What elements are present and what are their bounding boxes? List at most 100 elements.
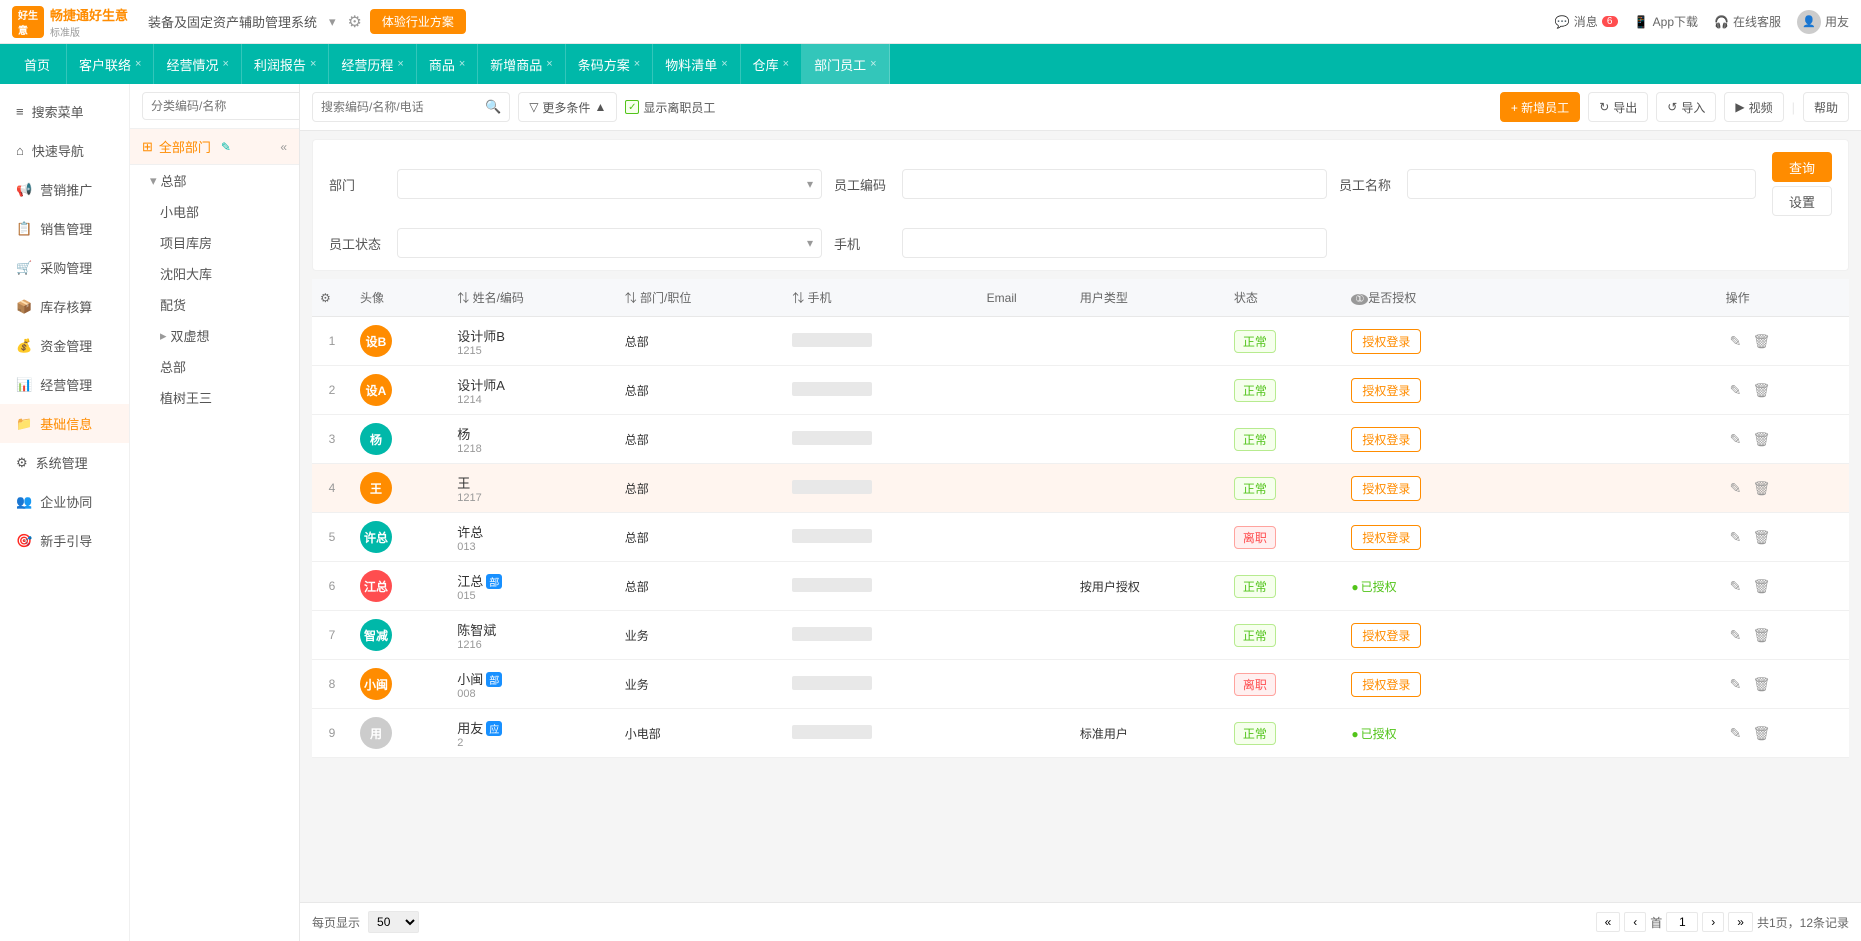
prev-page-button[interactable]: ‹ bbox=[1624, 912, 1646, 932]
import-button[interactable]: ↺ 导入 bbox=[1656, 92, 1716, 122]
close-icon[interactable]: × bbox=[634, 58, 640, 70]
tab-customer[interactable]: 客户联络 × bbox=[67, 44, 154, 84]
auth-button[interactable]: 授权登录 bbox=[1351, 378, 1421, 403]
edit-button[interactable]: ✎ bbox=[1726, 429, 1746, 450]
nav-item-marketing[interactable]: 📢 营销推广 bbox=[0, 170, 129, 209]
auth-button[interactable]: 授权登录 bbox=[1351, 476, 1421, 501]
tab-home[interactable]: 首页 bbox=[8, 44, 67, 84]
dept-node-small-electric[interactable]: 小电部 bbox=[130, 196, 299, 227]
dept-select[interactable]: ▾ bbox=[397, 169, 822, 199]
delete-button[interactable]: 🗑 bbox=[1749, 576, 1775, 597]
next-page-button[interactable]: › bbox=[1702, 912, 1724, 932]
close-icon[interactable]: × bbox=[546, 58, 552, 70]
delete-button[interactable]: 🗑 bbox=[1749, 527, 1775, 548]
online-service-action[interactable]: 🎧 在线客服 bbox=[1714, 13, 1781, 30]
search-icon[interactable]: 🔍 bbox=[485, 99, 501, 115]
view-button[interactable]: ▶ 视频 bbox=[1724, 92, 1783, 122]
dept-node-double-virtual[interactable]: ▸ 双虚想 bbox=[130, 320, 299, 351]
per-page-select[interactable]: 50 100 bbox=[368, 911, 419, 933]
edit-button[interactable]: ✎ bbox=[1726, 674, 1746, 695]
nav-item-search[interactable]: ≡ 搜索菜单 bbox=[0, 92, 129, 131]
show-resigned-checkbox[interactable]: ✓ 显示离职员工 bbox=[625, 99, 715, 116]
user-action[interactable]: 👤 用友 bbox=[1797, 10, 1849, 34]
tab-barcode[interactable]: 条码方案 × bbox=[566, 44, 653, 84]
close-icon[interactable]: × bbox=[310, 58, 316, 70]
auth-button[interactable]: 授权登录 bbox=[1351, 525, 1421, 550]
export-button[interactable]: ↻ 导出 bbox=[1588, 92, 1648, 122]
close-icon[interactable]: × bbox=[135, 58, 141, 70]
dropdown-icon[interactable]: ▾ bbox=[329, 14, 336, 30]
message-action[interactable]: 💬 消息 6 bbox=[1555, 13, 1618, 30]
auth-button[interactable]: 授权登录 bbox=[1351, 329, 1421, 354]
emp-name-input[interactable] bbox=[1407, 169, 1756, 199]
delete-button[interactable]: 🗑 bbox=[1749, 723, 1775, 744]
dept-node-hq[interactable]: 总部 bbox=[130, 351, 299, 382]
delete-button[interactable]: 🗑 bbox=[1749, 429, 1775, 450]
settings-icon[interactable]: ⚙ bbox=[320, 291, 331, 305]
auth-button[interactable]: 授权登录 bbox=[1351, 672, 1421, 697]
edit-button[interactable]: ✎ bbox=[1726, 576, 1746, 597]
dept-node-headquarters[interactable]: ▾ 总部 bbox=[130, 165, 299, 196]
nav-item-sales[interactable]: 📋 销售管理 bbox=[0, 209, 129, 248]
more-conditions-button[interactable]: ▽ 更多条件 ▲ bbox=[518, 92, 617, 122]
close-icon[interactable]: × bbox=[870, 58, 876, 70]
nav-item-guide[interactable]: 🎯 新手引导 bbox=[0, 521, 129, 560]
delete-button[interactable]: 🗑 bbox=[1749, 674, 1775, 695]
dept-node-shenyang[interactable]: 沈阳大库 bbox=[130, 258, 299, 289]
delete-button[interactable]: 🗑 bbox=[1749, 380, 1775, 401]
status-select[interactable]: ▾ bbox=[397, 228, 822, 258]
help-button[interactable]: 帮助 bbox=[1803, 92, 1849, 122]
nav-item-inventory[interactable]: 📦 库存核算 bbox=[0, 287, 129, 326]
edit-button[interactable]: ✎ bbox=[1726, 478, 1746, 499]
first-page-button[interactable]: « bbox=[1596, 912, 1621, 932]
app-download-action[interactable]: 📱 App下载 bbox=[1634, 13, 1698, 30]
dept-node-distribution[interactable]: 配货 bbox=[130, 289, 299, 320]
nav-item-system[interactable]: ⚙ 系统管理 bbox=[0, 443, 129, 482]
emp-code-input[interactable] bbox=[902, 169, 1327, 199]
edit-button[interactable]: ✎ bbox=[1726, 527, 1746, 548]
add-employee-button[interactable]: + 新增员工 bbox=[1500, 92, 1580, 122]
nav-item-finance[interactable]: 💰 资金管理 bbox=[0, 326, 129, 365]
close-icon[interactable]: × bbox=[783, 58, 789, 70]
nav-item-purchase[interactable]: 🛒 采购管理 bbox=[0, 248, 129, 287]
tab-history[interactable]: 经营历程 × bbox=[329, 44, 416, 84]
edit-button[interactable]: ✎ bbox=[1726, 380, 1746, 401]
edit-button[interactable]: ✎ bbox=[1726, 723, 1746, 744]
nav-item-basic[interactable]: 📁 基础信息 bbox=[0, 404, 129, 443]
experience-button[interactable]: 体验行业方案 bbox=[370, 9, 466, 34]
nav-item-operations[interactable]: 📊 经营管理 bbox=[0, 365, 129, 404]
edit-button[interactable]: ✎ bbox=[1726, 331, 1746, 352]
delete-button[interactable]: 🗑 bbox=[1749, 331, 1775, 352]
reset-button[interactable]: 设置 bbox=[1772, 186, 1832, 216]
tab-employee[interactable]: 部门员工 × bbox=[802, 44, 889, 84]
settings-icon[interactable]: ⚙ bbox=[348, 12, 362, 32]
tab-profit[interactable]: 利润报告 × bbox=[242, 44, 329, 84]
tab-operations[interactable]: 经营情况 × bbox=[154, 44, 241, 84]
close-icon[interactable]: × bbox=[397, 58, 403, 70]
nav-item-quick[interactable]: ⌂ 快速导航 bbox=[0, 131, 129, 170]
dept-node-project-warehouse[interactable]: 项目库房 bbox=[130, 227, 299, 258]
close-icon[interactable]: × bbox=[459, 58, 465, 70]
tab-add-goods[interactable]: 新增商品 × bbox=[478, 44, 565, 84]
last-page-button[interactable]: » bbox=[1728, 912, 1753, 932]
dept-search-input[interactable] bbox=[142, 92, 300, 120]
tab-bom[interactable]: 物料清单 × bbox=[653, 44, 740, 84]
close-icon[interactable]: × bbox=[721, 58, 727, 70]
close-icon[interactable]: × bbox=[222, 58, 228, 70]
delete-button[interactable]: 🗑 bbox=[1749, 478, 1775, 499]
edit-button[interactable]: ✎ bbox=[1726, 625, 1746, 646]
dept-node-plant-tree[interactable]: 植树王三 bbox=[130, 382, 299, 413]
nav-item-collab[interactable]: 👥 企业协同 bbox=[0, 482, 129, 521]
edit-icon[interactable]: ✎ bbox=[221, 140, 231, 154]
auth-button[interactable]: 授权登录 bbox=[1351, 623, 1421, 648]
page-number-input[interactable] bbox=[1666, 912, 1698, 932]
collapse-button[interactable]: « bbox=[280, 140, 287, 154]
tab-goods[interactable]: 商品 × bbox=[417, 44, 478, 84]
tab-warehouse[interactable]: 仓库 × bbox=[741, 44, 802, 84]
dept-all-node[interactable]: ⊞ 全部部门 ✎ « bbox=[130, 129, 299, 165]
delete-button[interactable]: 🗑 bbox=[1749, 625, 1775, 646]
phone-input[interactable] bbox=[902, 228, 1327, 258]
search-button[interactable]: 查询 bbox=[1772, 152, 1832, 182]
auth-button[interactable]: 授权登录 bbox=[1351, 427, 1421, 452]
search-input[interactable] bbox=[321, 100, 481, 114]
